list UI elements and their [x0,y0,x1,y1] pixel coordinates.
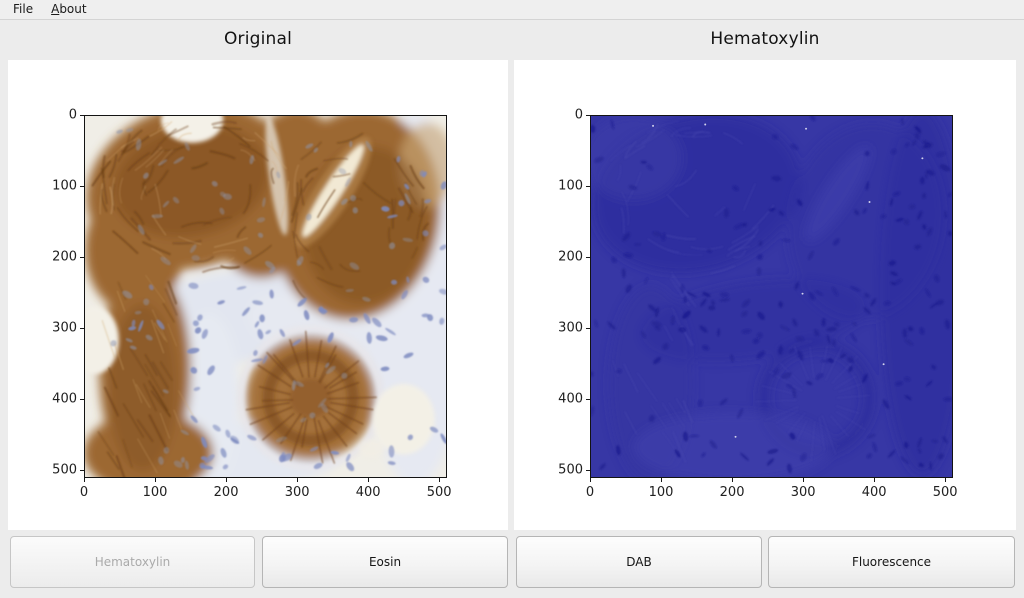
x-tick-mark [84,478,85,482]
y-tick-mark [586,186,590,188]
x-tick-mark [297,478,299,482]
y-tick-label: 300 [558,320,583,336]
y-tick-label: 300 [52,320,77,336]
hematoxylin-button[interactable]: Hematoxylin [10,536,255,588]
x-tick-label: 100 [648,485,674,500]
hematoxylin-title: Hematoxylin [710,29,820,49]
hematoxylin-image [591,116,952,477]
original-image [85,116,446,477]
x-tick-label: 400 [861,485,887,500]
x-tick-label: 0 [79,485,89,500]
y-tick-mark [586,470,590,472]
hematoxylin-plot [590,115,953,478]
x-tick-label: 100 [142,485,168,500]
y-tick-label: 400 [52,391,77,407]
x-tick-mark [155,478,157,482]
x-tick-mark [439,478,441,482]
original-plot [84,115,447,478]
menu-item-about[interactable]: About [42,0,96,19]
original-title: Original [223,29,293,49]
y-tick-label: 500 [52,462,77,478]
x-tick-mark [226,478,228,482]
y-tick-mark [80,328,84,330]
x-tick-mark [732,478,734,482]
menubar: File About [0,0,1024,20]
y-tick-mark [80,257,84,259]
y-tick-label: 400 [558,391,583,407]
x-tick-mark [590,478,591,482]
x-tick-mark [803,478,805,482]
y-tick-label: 100 [558,178,583,194]
x-tick-mark [874,478,876,482]
y-tick-mark [586,399,590,401]
fluorescence-button[interactable]: Fluorescence [768,536,1015,588]
dab-button[interactable]: DAB [516,536,762,588]
y-tick-mark [80,399,84,401]
y-tick-label: 200 [558,249,583,265]
x-tick-mark [945,478,947,482]
y-tick-label: 200 [52,249,77,265]
y-tick-label: 0 [68,107,77,123]
x-tick-label: 300 [790,485,816,500]
y-tick-label: 100 [52,178,77,194]
y-tick-mark [80,115,84,116]
hematoxylin-panel: 0 0 100 100 200 200 300 300 400 400 500 500 [514,60,1016,530]
x-tick-label: 500 [426,485,452,500]
y-tick-mark [80,186,84,188]
x-tick-label: 500 [932,485,958,500]
y-tick-mark [586,115,590,116]
x-tick-mark [661,478,663,482]
x-tick-label: 400 [355,485,381,500]
y-tick-mark [586,328,590,330]
x-tick-label: 0 [585,485,595,500]
y-tick-label: 0 [574,107,583,123]
y-tick-label: 500 [558,462,583,478]
y-tick-mark [80,470,84,472]
original-panel: 0 0 100 100 200 200 300 300 400 400 500 500 [8,60,508,530]
x-tick-label: 200 [719,485,745,500]
x-tick-mark [368,478,370,482]
x-tick-label: 200 [213,485,239,500]
y-tick-mark [586,257,590,259]
menu-item-file[interactable]: File [4,0,42,19]
x-tick-label: 300 [284,485,310,500]
eosin-button[interactable]: Eosin [262,536,508,588]
